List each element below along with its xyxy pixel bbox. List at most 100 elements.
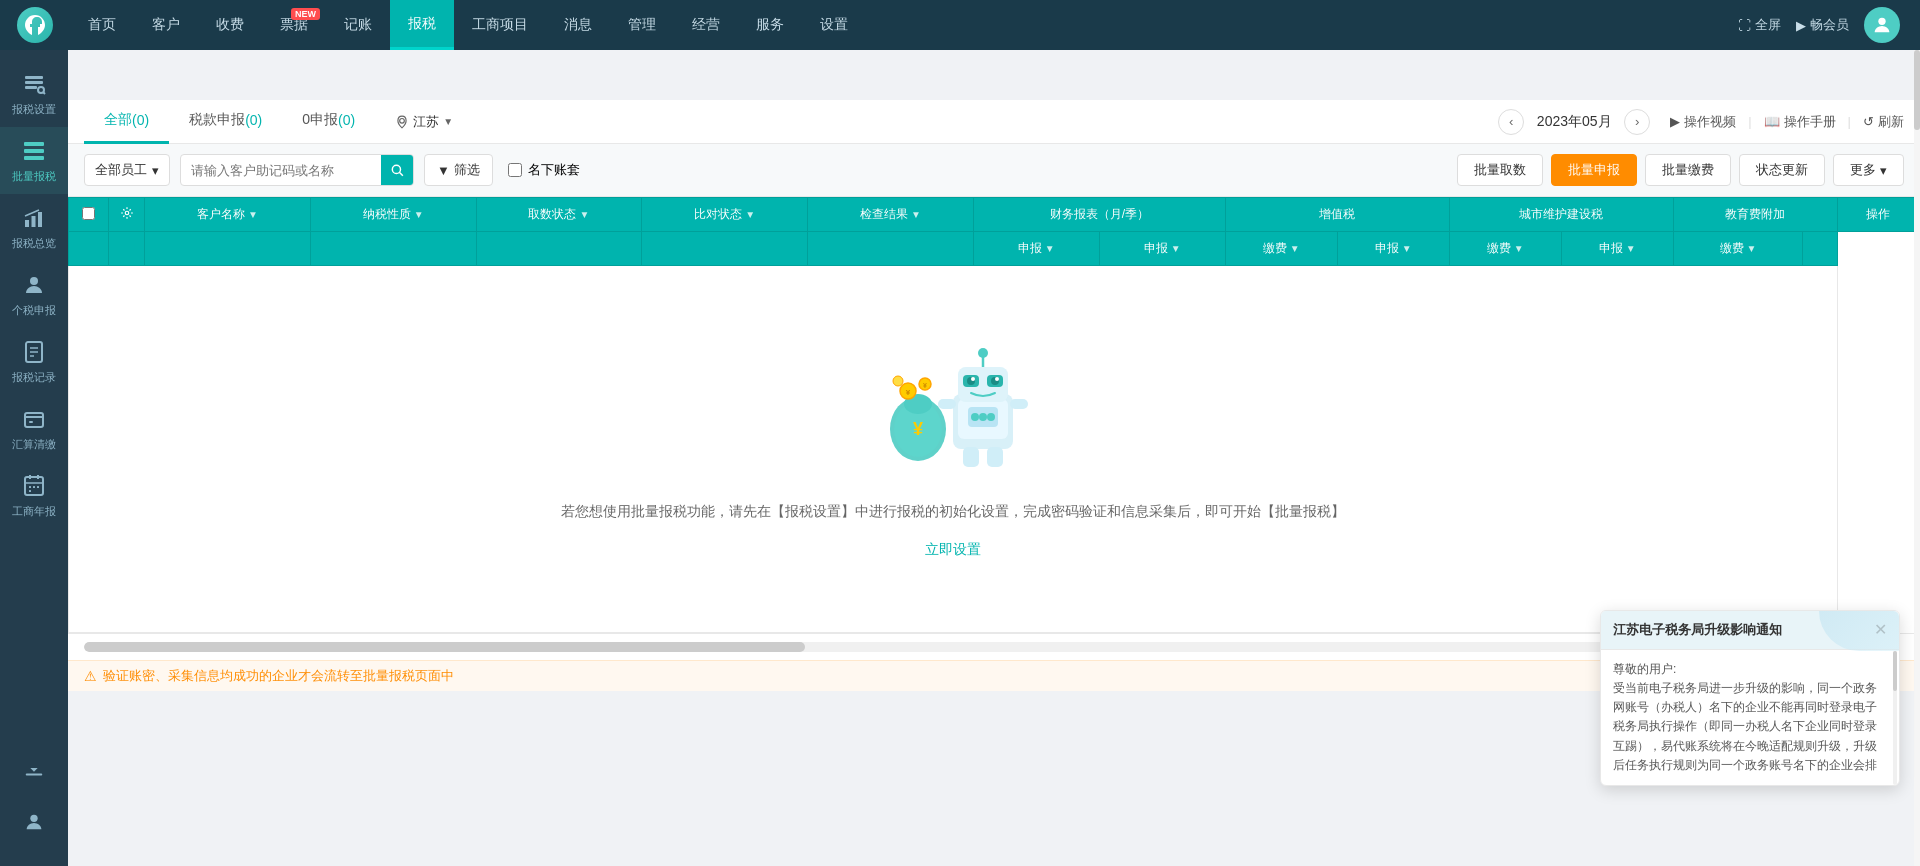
sidebar-item-annual-report[interactable]: 工商年报 bbox=[0, 462, 68, 529]
svg-line-31 bbox=[399, 172, 403, 176]
setup-link[interactable]: 立即设置 bbox=[925, 541, 981, 559]
sidebar-item-personal-tax[interactable]: 个税申报 bbox=[0, 261, 68, 328]
fullscreen-icon: ⛶ bbox=[1738, 18, 1751, 33]
more-arrow-icon: ▾ bbox=[1880, 163, 1887, 178]
svg-point-61 bbox=[987, 413, 995, 421]
main-scrollbar-thumb bbox=[1914, 50, 1920, 130]
notification-content: 受当前电子税务局进一步升级的影响，同一个政务网账号（办税人）名下的企业不能再同时… bbox=[1613, 679, 1887, 775]
tab-tax-declare-count: (0) bbox=[245, 112, 262, 128]
svg-line-5 bbox=[44, 93, 46, 95]
nav-home[interactable]: 首页 bbox=[70, 0, 134, 50]
nav-business[interactable]: 工商项目 bbox=[454, 0, 546, 50]
sub-account-checkbox[interactable] bbox=[508, 163, 522, 177]
tax-summary-icon bbox=[20, 204, 48, 232]
sidebar-label-batch-tax: 批量报税 bbox=[12, 169, 56, 184]
search-input[interactable] bbox=[181, 163, 381, 178]
search-button[interactable] bbox=[381, 154, 413, 186]
nav-customer[interactable]: 客户 bbox=[134, 0, 198, 50]
nav-operation[interactable]: 经营 bbox=[674, 0, 738, 50]
nav-settings[interactable]: 设置 bbox=[802, 0, 866, 50]
refresh-button[interactable]: ↺ 刷新 bbox=[1863, 113, 1904, 131]
video-icon: ▶ bbox=[1670, 114, 1680, 129]
th-education-surcharge: 教育费附加 bbox=[1673, 198, 1837, 232]
download-icon bbox=[20, 755, 48, 783]
svg-rect-8 bbox=[24, 156, 44, 160]
nav-admin[interactable]: 管理 bbox=[610, 0, 674, 50]
svg-rect-26 bbox=[37, 486, 39, 488]
svg-rect-1 bbox=[25, 76, 43, 79]
nav-invoice[interactable]: 票据 NEW bbox=[262, 0, 326, 50]
nav-billing[interactable]: 收费 bbox=[198, 0, 262, 50]
svg-rect-27 bbox=[29, 490, 31, 492]
th-customer-name: 客户名称▼ bbox=[145, 198, 311, 232]
sidebar-item-batch-tax[interactable]: 批量报税 bbox=[0, 127, 68, 194]
annual-report-icon bbox=[20, 472, 48, 500]
th-financial-declare: 申报▼ bbox=[973, 232, 1099, 266]
svg-rect-3 bbox=[25, 86, 37, 89]
fullscreen-button[interactable]: ⛶ 全屏 bbox=[1738, 16, 1781, 34]
op-manual-button[interactable]: 📖 操作手册 bbox=[1764, 113, 1836, 131]
toolbar-right: 批量取数 批量申报 批量缴费 状态更新 更多 ▾ bbox=[1457, 154, 1904, 186]
svg-point-51 bbox=[995, 377, 999, 381]
sidebar-download[interactable] bbox=[0, 745, 68, 793]
region-selector[interactable]: 江苏 ▼ bbox=[395, 113, 453, 131]
prev-month-button[interactable]: ‹ bbox=[1498, 109, 1524, 135]
invoice-badge: NEW bbox=[291, 8, 320, 20]
th-edu-declare: 申报▼ bbox=[1561, 232, 1673, 266]
app-logo[interactable] bbox=[10, 0, 60, 50]
status-update-button[interactable]: 状态更新 bbox=[1739, 154, 1825, 186]
nav-accounting[interactable]: 记账 bbox=[326, 0, 390, 50]
th-vat-pay: 缴费▼ bbox=[1225, 232, 1337, 266]
nav-items: 首页 客户 收费 票据 NEW 记账 报税 工商项目 消息 管理 经营 服务 设… bbox=[70, 0, 1738, 50]
tab-all-count: (0) bbox=[132, 112, 149, 128]
tax-settings-icon bbox=[20, 70, 48, 98]
nav-service[interactable]: 服务 bbox=[738, 0, 802, 50]
sidebar-item-tax-records[interactable]: 报税记录 bbox=[0, 328, 68, 395]
table-wrapper: 客户名称▼ 纳税性质▼ 取数状态▼ 比对状态▼ 检查结果▼ 财务报表（月/季） … bbox=[68, 197, 1920, 633]
svg-rect-55 bbox=[1010, 399, 1028, 409]
next-month-button[interactable]: › bbox=[1624, 109, 1650, 135]
member-icon: ▶ bbox=[1796, 18, 1806, 33]
batch-declare-button[interactable]: 批量申报 bbox=[1551, 154, 1637, 186]
sidebar-item-settlement[interactable]: 汇算清缴 bbox=[0, 395, 68, 462]
user-avatar[interactable] bbox=[1864, 7, 1900, 43]
th-empty-2 bbox=[109, 232, 145, 266]
filter-icon: ▼ bbox=[437, 163, 450, 178]
tab-tax-declare[interactable]: 税款申报 (0) bbox=[169, 100, 282, 144]
th-tax-nature: 纳税性质▼ bbox=[310, 198, 476, 232]
sidebar-label-tax-records: 报税记录 bbox=[12, 370, 56, 385]
svg-text:¥: ¥ bbox=[906, 388, 911, 397]
op-video-button[interactable]: ▶ 操作视频 bbox=[1670, 113, 1736, 131]
tab-all[interactable]: 全部 (0) bbox=[84, 100, 169, 144]
region-dropdown-icon: ▼ bbox=[443, 116, 453, 127]
sidebar-item-tax-settings[interactable]: 报税设置 bbox=[0, 60, 68, 127]
sidebar-profile[interactable] bbox=[0, 798, 68, 846]
th-checkbox bbox=[69, 198, 109, 232]
batch-pay-button[interactable]: 批量缴费 bbox=[1645, 154, 1731, 186]
batch-fetch-button[interactable]: 批量取数 bbox=[1457, 154, 1543, 186]
tab-zero-declare[interactable]: 0申报 (0) bbox=[282, 100, 375, 144]
empty-state: ¥ ¥ ¥ bbox=[75, 274, 1831, 624]
top-nav: 首页 客户 收费 票据 NEW 记账 报税 工商项目 消息 管理 经营 服务 设… bbox=[0, 0, 1920, 50]
svg-text:¥: ¥ bbox=[923, 382, 927, 389]
more-button[interactable]: 更多 ▾ bbox=[1833, 154, 1904, 186]
nav-tax[interactable]: 报税 bbox=[390, 0, 454, 50]
nav-message[interactable]: 消息 bbox=[546, 0, 610, 50]
notification-title: 江苏电子税务局升级影响通知 bbox=[1613, 621, 1782, 639]
sub-tab-right-btns: ▶ 操作视频 | 📖 操作手册 | ↺ 刷新 bbox=[1670, 113, 1904, 131]
refresh-icon: ↺ bbox=[1863, 114, 1874, 129]
svg-rect-2 bbox=[25, 81, 43, 84]
th-edu-pay: 缴费▼ bbox=[1673, 232, 1803, 266]
th-compare-status: 比对状态▼ bbox=[642, 198, 808, 232]
th-city-declare: 申报▼ bbox=[1337, 232, 1449, 266]
sidebar-item-tax-summary[interactable]: 报税总览 bbox=[0, 194, 68, 261]
member-button[interactable]: ▶ 畅会员 bbox=[1796, 16, 1849, 34]
filter-button[interactable]: ▼ 筛选 bbox=[424, 154, 493, 186]
personal-tax-icon bbox=[20, 271, 48, 299]
sidebar: 报税设置 批量报税 报税总览 个税 bbox=[0, 50, 68, 866]
employee-select[interactable]: 全部员工 ▾ bbox=[84, 154, 170, 186]
svg-rect-9 bbox=[25, 220, 29, 227]
select-all-checkbox[interactable] bbox=[82, 207, 95, 220]
svg-point-4 bbox=[38, 87, 44, 93]
main-scrollbar-track bbox=[1914, 50, 1920, 866]
